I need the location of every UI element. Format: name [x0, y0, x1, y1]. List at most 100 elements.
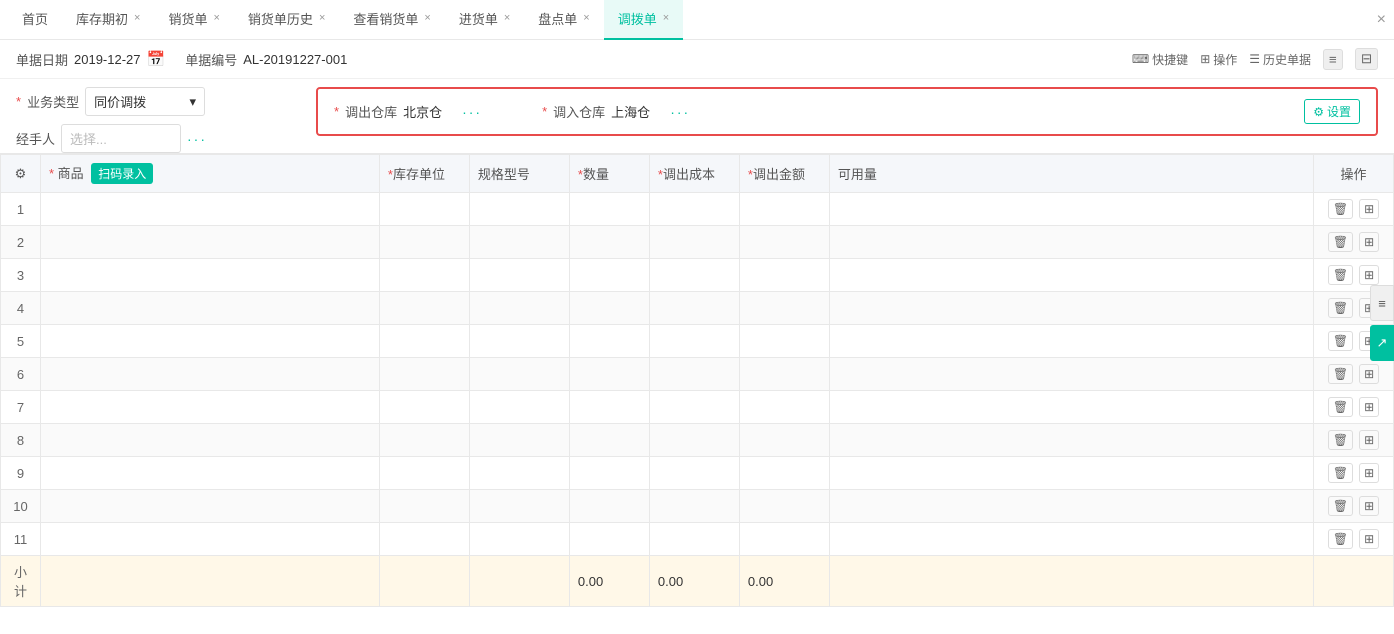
copy-row-btn[interactable]: ⊞	[1359, 430, 1379, 450]
table-container: ⚙ * 商品 扫码录入 *库存单位 规格型号 *数量 *调出	[0, 153, 1394, 634]
gear-icon[interactable]: ⚙	[15, 166, 27, 181]
row-num: 4	[1, 292, 41, 325]
row-num: 6	[1, 358, 41, 391]
shortcut-btn[interactable]: ⌨ 快捷键	[1132, 51, 1188, 68]
table-row: 9 🗑 ⊞	[1, 457, 1394, 490]
toolbar-right: ⌨ 快捷键 ⊞ 操作 ☰ 历史单据 ≡ ⊟	[1132, 48, 1378, 70]
shortcut-icon: ⌨	[1132, 52, 1149, 66]
subtotal-label: 小计	[1, 556, 41, 607]
copy-row-btn[interactable]: ⊞	[1359, 463, 1379, 483]
copy-row-btn[interactable]: ⊞	[1359, 265, 1379, 285]
settings-button[interactable]: ⚙ 设置	[1304, 99, 1360, 124]
delete-row-btn[interactable]: 🗑	[1328, 529, 1353, 549]
delete-row-btn[interactable]: 🗑	[1328, 199, 1353, 219]
copy-row-btn[interactable]: ⊞	[1359, 496, 1379, 516]
delete-row-btn[interactable]: 🗑	[1328, 364, 1353, 384]
settings-icon: ⚙	[1313, 105, 1324, 119]
table-row: 11 🗑 ⊞	[1, 523, 1394, 556]
tab-view-sales[interactable]: 查看销货单 ×	[339, 0, 444, 40]
person-placeholder: 选择...	[70, 129, 107, 148]
transfer-out-field: * 调出仓库 北京仓	[334, 102, 442, 121]
row-num: 3	[1, 259, 41, 292]
table-row: 10🗑⊞	[1, 490, 1394, 523]
biz-type-label: 业务类型	[27, 92, 79, 111]
ops-btn[interactable]: ⊞ 操作	[1200, 51, 1237, 68]
float-expand-btn[interactable]: ↗	[1370, 325, 1394, 361]
delete-row-btn[interactable]: 🗑	[1328, 331, 1353, 351]
tab-bar: 首页 库存期初 × 销货单 × 销货单历史 × 查看销货单 × 进货单 × 盘点…	[0, 0, 1394, 40]
tab-close-inventory-check[interactable]: ×	[583, 13, 589, 24]
transfer-out-value: 北京仓	[403, 102, 442, 121]
table-row: 3 🗑 ⊞	[1, 259, 1394, 292]
row-num: 9	[1, 457, 41, 490]
col-available: 可用量	[829, 155, 1313, 193]
copy-row-btn[interactable]: ⊞	[1359, 232, 1379, 252]
tab-close-inventory-init[interactable]: ×	[134, 13, 140, 24]
calendar-icon[interactable]: 📅	[147, 50, 166, 68]
transfer-out-required: *	[334, 104, 339, 119]
delete-row-btn[interactable]: 🗑	[1328, 298, 1353, 318]
history-btn[interactable]: ☰ 历史单据	[1249, 51, 1311, 68]
transfer-in-label: 调入仓库	[553, 102, 605, 121]
tab-home[interactable]: 首页	[8, 0, 62, 40]
biz-type-required: *	[16, 94, 21, 109]
tab-close-sales-order[interactable]: ×	[213, 13, 219, 24]
transfer-in-more-btn[interactable]: ···	[670, 104, 690, 120]
tab-sales-history[interactable]: 销货单历史 ×	[234, 0, 339, 40]
transfer-out-more-btn[interactable]: ···	[462, 104, 482, 120]
row-num: 2	[1, 226, 41, 259]
biz-type-select[interactable]: 同价调拨 ▾	[85, 87, 205, 116]
copy-row-btn[interactable]: ⊞	[1359, 199, 1379, 219]
layout-grid-btn[interactable]: ⊟	[1355, 48, 1378, 70]
window-close-button[interactable]: ×	[1377, 11, 1386, 29]
delete-row-btn[interactable]: 🗑	[1328, 496, 1353, 516]
tab-inventory-init[interactable]: 库存期初 ×	[62, 0, 154, 40]
copy-row-btn[interactable]: ⊞	[1359, 397, 1379, 417]
person-more-btn[interactable]: ···	[187, 131, 207, 147]
table-row: 8 🗑 ⊞	[1, 424, 1394, 457]
col-qty: *数量	[569, 155, 649, 193]
layout-btn[interactable]: ≡	[1323, 49, 1343, 70]
delete-row-btn[interactable]: 🗑	[1328, 397, 1353, 417]
person-field: 经手人 选择... ···	[16, 124, 296, 153]
tab-close-transfer-order[interactable]: ×	[663, 13, 669, 24]
row-num: 11	[1, 523, 41, 556]
subtotal-cost: 0.00	[649, 556, 739, 607]
scan-button[interactable]: 扫码录入	[91, 163, 153, 184]
delete-row-btn[interactable]: 🗑	[1328, 232, 1353, 252]
person-select[interactable]: 选择...	[61, 124, 181, 153]
col-spec: 规格型号	[469, 155, 569, 193]
ops-icon: ⊞	[1200, 52, 1210, 66]
tab-close-sales-history[interactable]: ×	[319, 13, 325, 24]
col-product: * 商品 扫码录入	[41, 155, 380, 193]
docno-label: 单据编号	[185, 50, 237, 69]
biz-type-field: * 业务类型 同价调拨 ▾	[16, 87, 296, 116]
tab-close-view-sales[interactable]: ×	[424, 13, 430, 24]
delete-row-btn[interactable]: 🗑	[1328, 430, 1353, 450]
tab-purchase-order[interactable]: 进货单 ×	[445, 0, 524, 40]
history-icon: ☰	[1249, 52, 1260, 66]
tab-inventory-check[interactable]: 盘点单 ×	[524, 0, 603, 40]
col-amount: *调出金额	[739, 155, 829, 193]
tab-sales-order[interactable]: 销货单 ×	[154, 0, 233, 40]
col-gear[interactable]: ⚙	[1, 155, 41, 193]
date-label: 单据日期	[16, 50, 68, 69]
row-num: 8	[1, 424, 41, 457]
copy-row-btn[interactable]: ⊞	[1359, 529, 1379, 549]
table-row: 6 🗑 ⊞	[1, 358, 1394, 391]
table-row: 5🗑⊞	[1, 325, 1394, 358]
tab-close-purchase-order[interactable]: ×	[504, 13, 510, 24]
copy-row-btn[interactable]: ⊞	[1359, 364, 1379, 384]
date-value: 2019-12-27	[74, 52, 141, 67]
dropdown-icon: ▾	[190, 94, 197, 110]
float-list-btn[interactable]: ≡	[1370, 285, 1394, 321]
date-group: 单据日期 2019-12-27 📅	[16, 50, 165, 69]
docno-value: AL-20191227-001	[243, 52, 347, 67]
right-float-panel: ≡ ↗	[1370, 285, 1394, 363]
subtotal-qty: 0.00	[569, 556, 649, 607]
delete-row-btn[interactable]: 🗑	[1328, 463, 1353, 483]
col-ops: 操作	[1314, 155, 1394, 193]
tab-transfer-order[interactable]: 调拨单 ×	[604, 0, 683, 40]
row-num: 5	[1, 325, 41, 358]
delete-row-btn[interactable]: 🗑	[1328, 265, 1353, 285]
